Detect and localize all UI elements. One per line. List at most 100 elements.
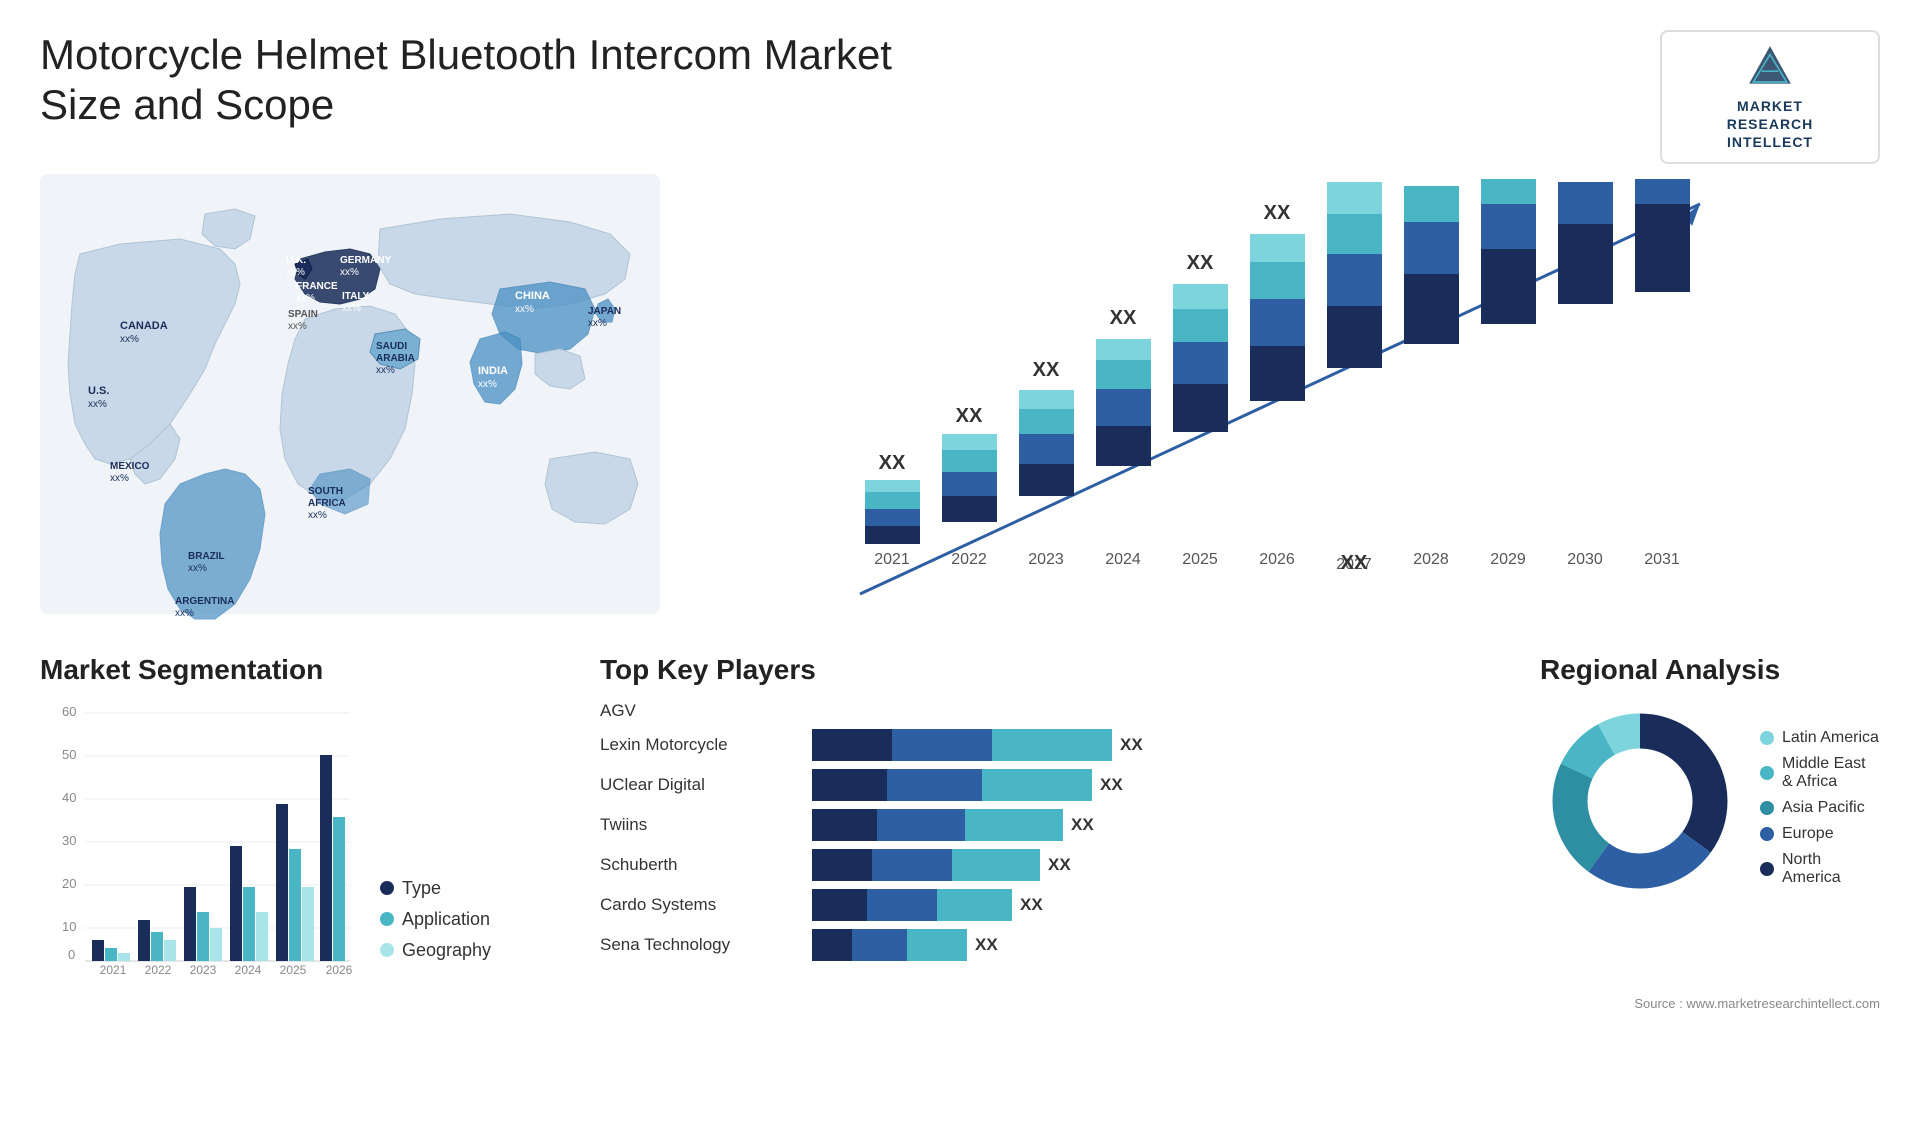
- bar-mid: [867, 889, 937, 921]
- svg-text:2030: 2030: [1567, 551, 1603, 568]
- asia-pacific-label: Asia Pacific: [1782, 799, 1865, 817]
- type-label: Type: [402, 878, 441, 899]
- world-map: CANADA xx% U.S. xx% MEXICO xx% BRAZIL xx…: [40, 174, 660, 644]
- svg-text:2022: 2022: [145, 963, 172, 977]
- svg-text:ITALY: ITALY: [342, 291, 370, 302]
- svg-text:0: 0: [68, 947, 75, 962]
- svg-text:40: 40: [62, 790, 76, 805]
- bar-dark: [812, 849, 872, 881]
- svg-text:XX: XX: [1264, 202, 1291, 224]
- svg-text:2026: 2026: [326, 963, 353, 977]
- player-bar: [812, 809, 1063, 841]
- bar-mid: [892, 729, 992, 761]
- svg-text:SOUTH: SOUTH: [308, 486, 343, 497]
- svg-text:SAUDI: SAUDI: [376, 341, 407, 352]
- player-value: XX: [1048, 855, 1071, 875]
- donut-chart: [1540, 701, 1740, 906]
- svg-text:XX: XX: [879, 452, 906, 474]
- player-row: Lexin Motorcycle XX: [600, 729, 1500, 761]
- svg-text:2023: 2023: [1028, 551, 1064, 568]
- player-bar-container: XX: [812, 809, 1094, 841]
- svg-text:30: 30: [62, 833, 76, 848]
- svg-text:xx%: xx%: [515, 304, 534, 315]
- svg-text:CHINA: CHINA: [515, 290, 550, 302]
- player-bar-container: XX: [812, 929, 998, 961]
- legend-north-america: North America: [1760, 851, 1880, 887]
- svg-text:2026: 2026: [1259, 551, 1295, 568]
- svg-text:U.S.: U.S.: [88, 385, 109, 397]
- svg-text:xx%: xx%: [175, 608, 194, 619]
- player-bar-container: XX: [812, 889, 1043, 921]
- player-name: Lexin Motorcycle: [600, 735, 800, 755]
- player-value: XX: [1120, 735, 1143, 755]
- svg-text:2025: 2025: [1182, 551, 1218, 568]
- svg-text:2025: 2025: [280, 963, 307, 977]
- regional-content: Latin America Middle East & Africa Asia …: [1540, 701, 1880, 906]
- svg-text:20: 20: [62, 876, 76, 891]
- svg-text:FRANCE: FRANCE: [296, 281, 338, 292]
- legend-latin-america: Latin America: [1760, 729, 1880, 747]
- svg-text:xx%: xx%: [296, 293, 315, 304]
- svg-text:2024: 2024: [235, 963, 262, 977]
- donut-svg: [1540, 701, 1740, 901]
- asia-pacific-dot: [1760, 801, 1774, 815]
- svg-text:XX: XX: [1033, 359, 1060, 381]
- players-list: AGV Lexin Motorcycle XX UClear Digital: [600, 701, 1500, 961]
- svg-text:xx%: xx%: [88, 399, 107, 410]
- player-name: Cardo Systems: [600, 895, 800, 915]
- player-bar: [812, 729, 1112, 761]
- player-name: Sena Technology: [600, 935, 800, 955]
- bar-mid: [877, 809, 965, 841]
- players-section: Top Key Players AGV Lexin Motorcycle XX: [600, 654, 1500, 981]
- player-row: AGV: [600, 701, 1500, 721]
- svg-text:xx%: xx%: [308, 510, 327, 521]
- svg-text:2022: 2022: [951, 551, 987, 568]
- svg-text:xx%: xx%: [286, 267, 305, 278]
- logo-icon: [1745, 42, 1795, 92]
- svg-text:2023: 2023: [190, 963, 217, 977]
- svg-text:10: 10: [62, 919, 76, 934]
- application-label: Application: [402, 909, 490, 930]
- bar-chart: XX 2021 XX 2022 XX 2023 XX 2024: [680, 174, 1880, 644]
- svg-text:ARGENTINA: ARGENTINA: [175, 596, 234, 607]
- players-title: Top Key Players: [600, 654, 1500, 686]
- legend-application: Application: [380, 909, 491, 930]
- svg-text:XX: XX: [1187, 252, 1214, 274]
- bar-dark: [812, 889, 867, 921]
- svg-text:XX: XX: [1110, 307, 1137, 329]
- svg-text:SPAIN: SPAIN: [288, 309, 318, 320]
- svg-text:xx%: xx%: [120, 334, 139, 345]
- player-row: Cardo Systems XX: [600, 889, 1500, 921]
- top-content: CANADA xx% U.S. xx% MEXICO xx% BRAZIL xx…: [0, 174, 1920, 654]
- svg-text:2024: 2024: [1105, 551, 1141, 568]
- logo-text: MARKETRESEARCHINTELLECT: [1727, 97, 1814, 152]
- player-row: UClear Digital XX: [600, 769, 1500, 801]
- bar-light: [992, 729, 1112, 761]
- logo: MARKETRESEARCHINTELLECT: [1660, 30, 1880, 164]
- player-bar-container: XX: [812, 729, 1143, 761]
- svg-text:XX: XX: [956, 405, 983, 427]
- bottom-section: Market Segmentation 60 50 40 30 20 10 0: [0, 644, 1920, 991]
- player-value: XX: [975, 935, 998, 955]
- bar-light: [907, 929, 967, 961]
- svg-text:CANADA: CANADA: [120, 320, 168, 332]
- middle-east-label: Middle East & Africa: [1782, 755, 1880, 791]
- player-bar: [812, 769, 1092, 801]
- europe-label: Europe: [1782, 825, 1834, 843]
- seg-svg: 60 50 40 30 20 10 0: [40, 701, 360, 981]
- bar-mid: [872, 849, 952, 881]
- svg-text:MEXICO: MEXICO: [110, 461, 150, 472]
- svg-text:BRAZIL: BRAZIL: [188, 551, 225, 562]
- bar-chart-section: XX 2021 XX 2022 XX 2023 XX 2024: [680, 174, 1880, 654]
- player-bar: [812, 889, 1012, 921]
- svg-text:xx%: xx%: [376, 365, 395, 376]
- player-name: Twiins: [600, 815, 800, 835]
- page-title: Motorcycle Helmet Bluetooth Intercom Mar…: [40, 30, 940, 131]
- svg-text:xx%: xx%: [188, 563, 207, 574]
- svg-text:60: 60: [62, 704, 76, 719]
- legend-europe: Europe: [1760, 825, 1880, 843]
- player-bar: [812, 929, 967, 961]
- bar-mid: [887, 769, 982, 801]
- type-dot: [380, 881, 394, 895]
- bar-dark: [812, 729, 892, 761]
